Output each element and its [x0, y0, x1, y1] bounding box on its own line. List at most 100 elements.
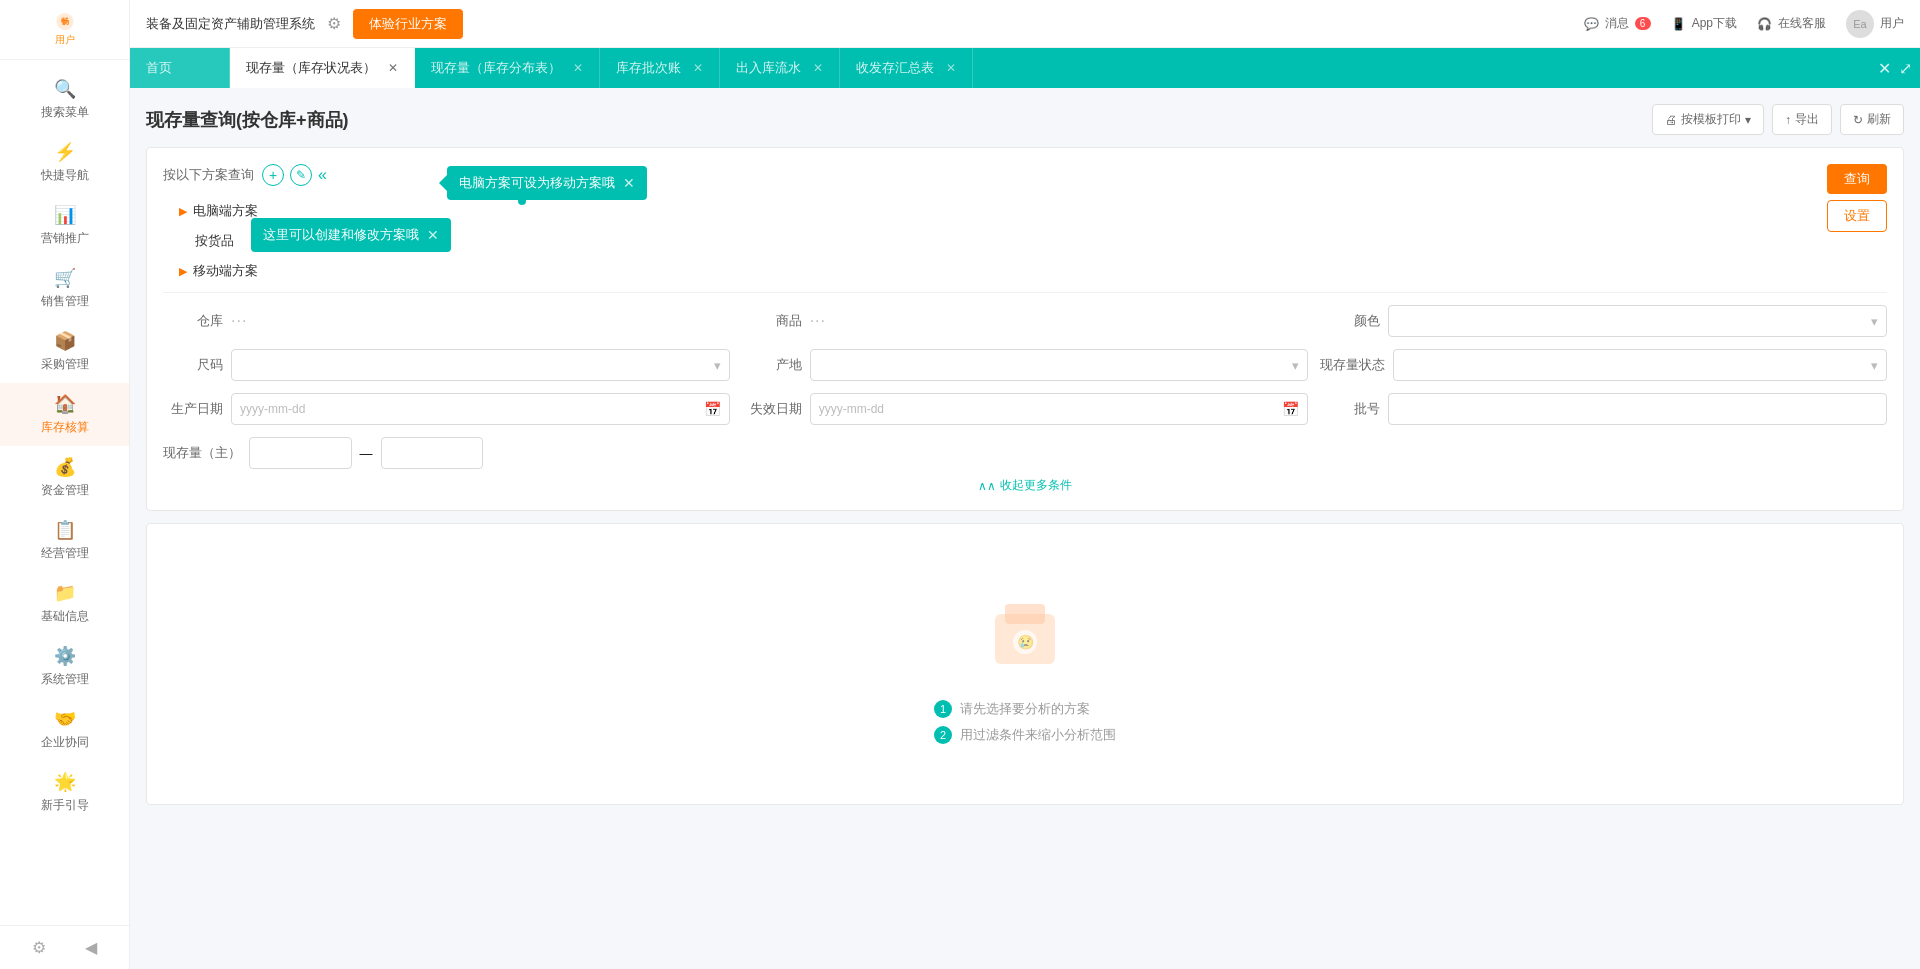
tab-batch-account[interactable]: 库存批次账 ✕: [600, 48, 720, 88]
message-action[interactable]: 💬 消息 6: [1584, 15, 1651, 32]
scheme-arrow-icon[interactable]: «: [318, 166, 327, 184]
warehouse-dots[interactable]: ···: [231, 312, 247, 330]
edit-scheme-button[interactable]: ✎: [290, 164, 312, 186]
app-logo: 畅: [47, 12, 83, 31]
fullscreen-icon[interactable]: ⤢: [1899, 59, 1912, 78]
headset-icon: 🎧: [1757, 17, 1772, 31]
tip-num-2: 2: [934, 726, 952, 744]
tab-home[interactable]: 首页: [130, 48, 230, 88]
batch-input[interactable]: [1388, 393, 1887, 425]
sidebar-item-enterprise[interactable]: 🤝 企业协同: [0, 698, 129, 761]
expire-date-input[interactable]: yyyy-mm-dd 📅: [810, 393, 1309, 425]
settings-icon[interactable]: ⚙: [327, 14, 341, 33]
user-action[interactable]: Ea 用户: [1846, 10, 1904, 38]
tab-close-batch-account[interactable]: ✕: [693, 61, 703, 75]
export-button[interactable]: ↑ 导出: [1772, 104, 1832, 135]
message-icon: 💬: [1584, 17, 1599, 31]
origin-field: 产地 ▾: [742, 349, 1309, 381]
system-icon: ⚙️: [54, 645, 76, 667]
stock-status-label: 现存量状态: [1320, 356, 1385, 374]
sidebar-item-inventory[interactable]: 🏠 库存核算: [0, 383, 129, 446]
page-title: 现存量查询(按仓库+商品): [146, 108, 349, 132]
settings-button[interactable]: 设置: [1827, 200, 1887, 232]
sidebar-item-label: 资金管理: [41, 482, 89, 499]
filter-row-3: 生产日期 yyyy-mm-dd 📅 失效日期 yyyy-mm-dd 📅 批号: [163, 393, 1887, 425]
stock-main-input-from[interactable]: [249, 437, 352, 469]
prod-date-calendar-icon: 📅: [704, 401, 721, 417]
color-label: 颜色: [1320, 312, 1380, 330]
origin-select[interactable]: ▾: [810, 349, 1309, 381]
warehouse-field: 仓库 ···: [163, 305, 730, 337]
batch-field: 批号: [1320, 393, 1887, 425]
basic-icon: 📁: [54, 582, 76, 604]
phone-icon: 📱: [1671, 17, 1686, 31]
svg-text:畅: 畅: [61, 17, 69, 26]
settings-footer-icon[interactable]: ⚙: [32, 938, 46, 957]
empty-state: 😢 1 请先选择要分析的方案 2 用过滤条件来缩小分析范围: [147, 524, 1903, 804]
tab-close-in-out-flow[interactable]: ✕: [813, 61, 823, 75]
svg-rect-3: [1005, 604, 1045, 624]
stock-status-select[interactable]: ▾: [1393, 349, 1887, 381]
filter-divider: [163, 292, 1887, 293]
sidebar-item-label: 采购管理: [41, 356, 89, 373]
sidebar-item-basic[interactable]: 📁 基础信息: [0, 572, 129, 635]
trial-button[interactable]: 体验行业方案: [353, 9, 463, 39]
sidebar-item-label: 搜索菜单: [41, 104, 89, 121]
scheme-tooltip2-close[interactable]: ✕: [427, 227, 439, 243]
action-buttons: 查询 设置: [1827, 164, 1887, 232]
color-dropdown-icon: ▾: [1871, 314, 1878, 329]
guide-icon: 🌟: [54, 771, 76, 793]
scheme-tooltip-close[interactable]: ✕: [623, 175, 635, 191]
sidebar-item-label: 经营管理: [41, 545, 89, 562]
stock-main-input-to[interactable]: [381, 437, 484, 469]
tip-text-2: 用过滤条件来缩小分析范围: [960, 726, 1116, 744]
export-icon: ↑: [1785, 113, 1791, 127]
color-select[interactable]: ▾: [1388, 305, 1887, 337]
expire-date-label: 失效日期: [742, 400, 802, 418]
support-action[interactable]: 🎧 在线客服: [1757, 15, 1826, 32]
sidebar-item-system[interactable]: ⚙️ 系统管理: [0, 635, 129, 698]
export-label: 导出: [1795, 111, 1819, 128]
sidebar: 畅 用户 🔍 搜索菜单 ⚡ 快捷导航 📊 营销推广 🛒 销售管理 📦 采购管理 …: [0, 0, 130, 969]
size-label: 尺码: [163, 356, 223, 374]
tab-inventory-status-label: 现存量（库存状况表）: [246, 59, 376, 77]
sidebar-item-sales[interactable]: 🛒 销售管理: [0, 257, 129, 320]
sidebar-item-operation[interactable]: 📋 经营管理: [0, 509, 129, 572]
sidebar-item-search[interactable]: 🔍 搜索菜单: [0, 68, 129, 131]
sidebar-item-marketing[interactable]: 📊 营销推广: [0, 194, 129, 257]
goods-dots[interactable]: ···: [810, 312, 826, 330]
print-button[interactable]: 🖨 按模板打印 ▾: [1652, 104, 1764, 135]
tab-inventory-status[interactable]: 现存量（库存状况表） ✕: [230, 48, 415, 88]
collapse-button[interactable]: ∧∧ 收起更多条件: [163, 477, 1887, 494]
expire-date-calendar-icon: 📅: [1282, 401, 1299, 417]
sidebar-item-purchase[interactable]: 📦 采购管理: [0, 320, 129, 383]
refresh-button[interactable]: ↻ 刷新: [1840, 104, 1904, 135]
prod-date-input[interactable]: yyyy-mm-dd 📅: [231, 393, 730, 425]
tab-in-out-flow[interactable]: 出入库流水 ✕: [720, 48, 840, 88]
size-select[interactable]: ▾: [231, 349, 730, 381]
goods-label: 商品: [742, 312, 802, 330]
collapse-sidebar-icon[interactable]: ◀: [85, 938, 97, 957]
sidebar-item-label: 基础信息: [41, 608, 89, 625]
scheme-mobile-arrow: ▶: [179, 265, 187, 278]
tab-collect-summary[interactable]: 收发存汇总表 ✕: [840, 48, 973, 88]
add-scheme-button[interactable]: +: [262, 164, 284, 186]
topbar-left: 装备及固定资产辅助管理系统 ⚙ 体验行业方案: [146, 9, 463, 39]
query-button[interactable]: 查询: [1827, 164, 1887, 194]
tab-close-collect-summary[interactable]: ✕: [946, 61, 956, 75]
tab-close-inventory-status[interactable]: ✕: [388, 61, 398, 75]
sidebar-item-nav[interactable]: ⚡ 快捷导航: [0, 131, 129, 194]
close-all-tabs-icon[interactable]: ✕: [1878, 59, 1891, 78]
sidebar-item-guide[interactable]: 🌟 新手引导: [0, 761, 129, 824]
sidebar-item-finance[interactable]: 💰 资金管理: [0, 446, 129, 509]
tab-batch-account-label: 库存批次账: [616, 59, 681, 77]
collapse-up-icon: ∧∧: [978, 479, 996, 493]
scheme-mobile-item[interactable]: ▶ 移动端方案: [179, 258, 1887, 284]
tab-inventory-dist[interactable]: 现存量（库存分布表） ✕: [415, 48, 600, 88]
sidebar-item-label: 快捷导航: [41, 167, 89, 184]
app-download-action[interactable]: 📱 App下载: [1671, 15, 1737, 32]
empty-illustration: 😢: [975, 584, 1075, 684]
tab-in-out-flow-label: 出入库流水: [736, 59, 801, 77]
tab-close-inventory-dist[interactable]: ✕: [573, 61, 583, 75]
topbar-right: 💬 消息 6 📱 App下载 🎧 在线客服 Ea 用户: [1584, 10, 1904, 38]
